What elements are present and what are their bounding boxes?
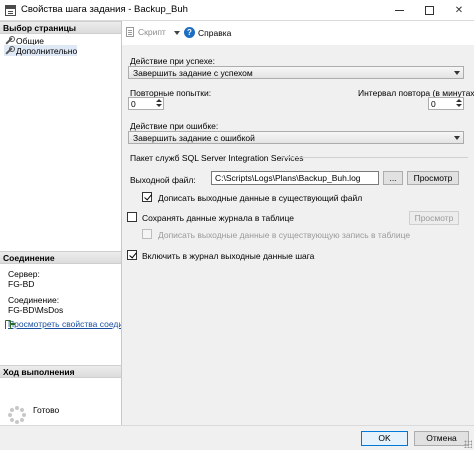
stepper-arrows-icon[interactable]	[455, 98, 463, 109]
dialog-footer: OK Отмена	[0, 425, 474, 450]
on-failure-combo[interactable]: Завершить задание с ошибкой	[128, 131, 464, 144]
maximize-button[interactable]	[414, 0, 444, 21]
chevron-down-icon	[454, 71, 460, 75]
log-to-table-checkbox[interactable]	[127, 212, 137, 222]
server-label: Сервер:	[8, 269, 40, 279]
append-table-checkbox[interactable]	[142, 229, 152, 239]
minimize-button[interactable]	[384, 0, 414, 21]
retry-attempts-stepper[interactable]: 0	[128, 97, 164, 110]
wrench-icon	[4, 36, 15, 45]
view-connection-properties-link[interactable]: Просмотреть свойства соединения	[5, 319, 121, 329]
connection-value: FG-BD\MsDos	[8, 305, 64, 315]
ssis-group-label: Пакет служб SQL Server Integration Servi…	[130, 153, 304, 163]
title-bar: Свойства шага задания - Backup_Buh ✕	[0, 0, 474, 21]
on-failure-value: Завершить задание с ошибкой	[133, 133, 255, 143]
progress-status: Готово	[33, 405, 60, 415]
append-output-label: Дописать выходные данные в существующий …	[158, 193, 363, 203]
cancel-button[interactable]: Отмена	[414, 431, 469, 446]
left-pane: Выбор страницы Общие Дополнительно Соеди…	[0, 21, 122, 425]
output-file-value: C:\Scripts\Logs\Plans\Backup_Buh.log	[215, 173, 361, 183]
close-button[interactable]: ✕	[444, 0, 474, 21]
connection-label: Соединение:	[8, 295, 60, 305]
append-table-label: Дописать выходные данные в существующую …	[158, 230, 411, 240]
page-item-label: Общие	[16, 35, 44, 46]
help-button[interactable]: ? Справка	[184, 27, 231, 38]
on-success-label: Действие при успехе:	[130, 56, 215, 66]
toolbar: Скрипт ? Справка	[122, 21, 474, 45]
help-label: Справка	[198, 27, 232, 38]
stepper-arrows-icon[interactable]	[155, 98, 163, 109]
server-value: FG-BD	[8, 279, 35, 289]
chevron-down-icon	[454, 136, 460, 140]
connection-header: Соединение	[0, 251, 121, 264]
include-history-label: Включить в журнал выходные данные шага	[142, 251, 315, 261]
script-label: Скрипт	[138, 27, 166, 37]
retry-interval-stepper[interactable]: 0	[428, 97, 464, 110]
maximize-icon	[424, 6, 434, 15]
append-output-checkbox[interactable]	[142, 192, 152, 202]
retry-attempts-value: 0	[131, 99, 136, 109]
ok-button[interactable]: OK	[361, 431, 408, 446]
page-item-label: Дополнительно	[16, 45, 78, 56]
group-divider	[282, 157, 468, 158]
script-icon	[126, 27, 134, 37]
main-content: Действие при успехе: Завершить задание с…	[122, 45, 474, 425]
view-table-button[interactable]: Просмотр	[409, 211, 459, 225]
script-dropdown-icon[interactable]	[174, 31, 180, 35]
on-failure-label: Действие при ошибке:	[130, 121, 219, 131]
output-file-input[interactable]: C:\Scripts\Logs\Plans\Backup_Buh.log	[211, 171, 379, 185]
window-title: Свойства шага задания - Backup_Buh	[21, 4, 188, 15]
on-success-value: Завершить задание с успехом	[133, 68, 253, 78]
wrench-icon	[4, 46, 15, 55]
minimize-icon	[394, 10, 404, 11]
close-icon: ✕	[454, 5, 464, 16]
browse-button[interactable]: ...	[383, 171, 403, 185]
log-to-table-label: Сохранять данные журнала в таблице	[142, 213, 294, 223]
script-button[interactable]: Скрипт	[126, 27, 166, 37]
progress-spinner-icon	[8, 406, 26, 424]
view-output-button[interactable]: Просмотр	[407, 171, 459, 185]
include-history-checkbox[interactable]	[127, 250, 137, 260]
progress-header: Ход выполнения	[0, 365, 121, 378]
retry-interval-value: 0	[431, 99, 436, 109]
output-file-label: Выходной файл:	[130, 175, 196, 185]
pages-header: Выбор страницы	[0, 21, 121, 34]
page-item-advanced[interactable]: Дополнительно	[4, 45, 78, 56]
resize-grip-icon[interactable]	[464, 440, 472, 448]
help-icon: ?	[184, 27, 195, 38]
window-icon	[5, 5, 16, 16]
view-connection-link-text: Просмотреть свойства соединения	[8, 319, 121, 329]
on-success-combo[interactable]: Завершить задание с успехом	[128, 66, 464, 79]
